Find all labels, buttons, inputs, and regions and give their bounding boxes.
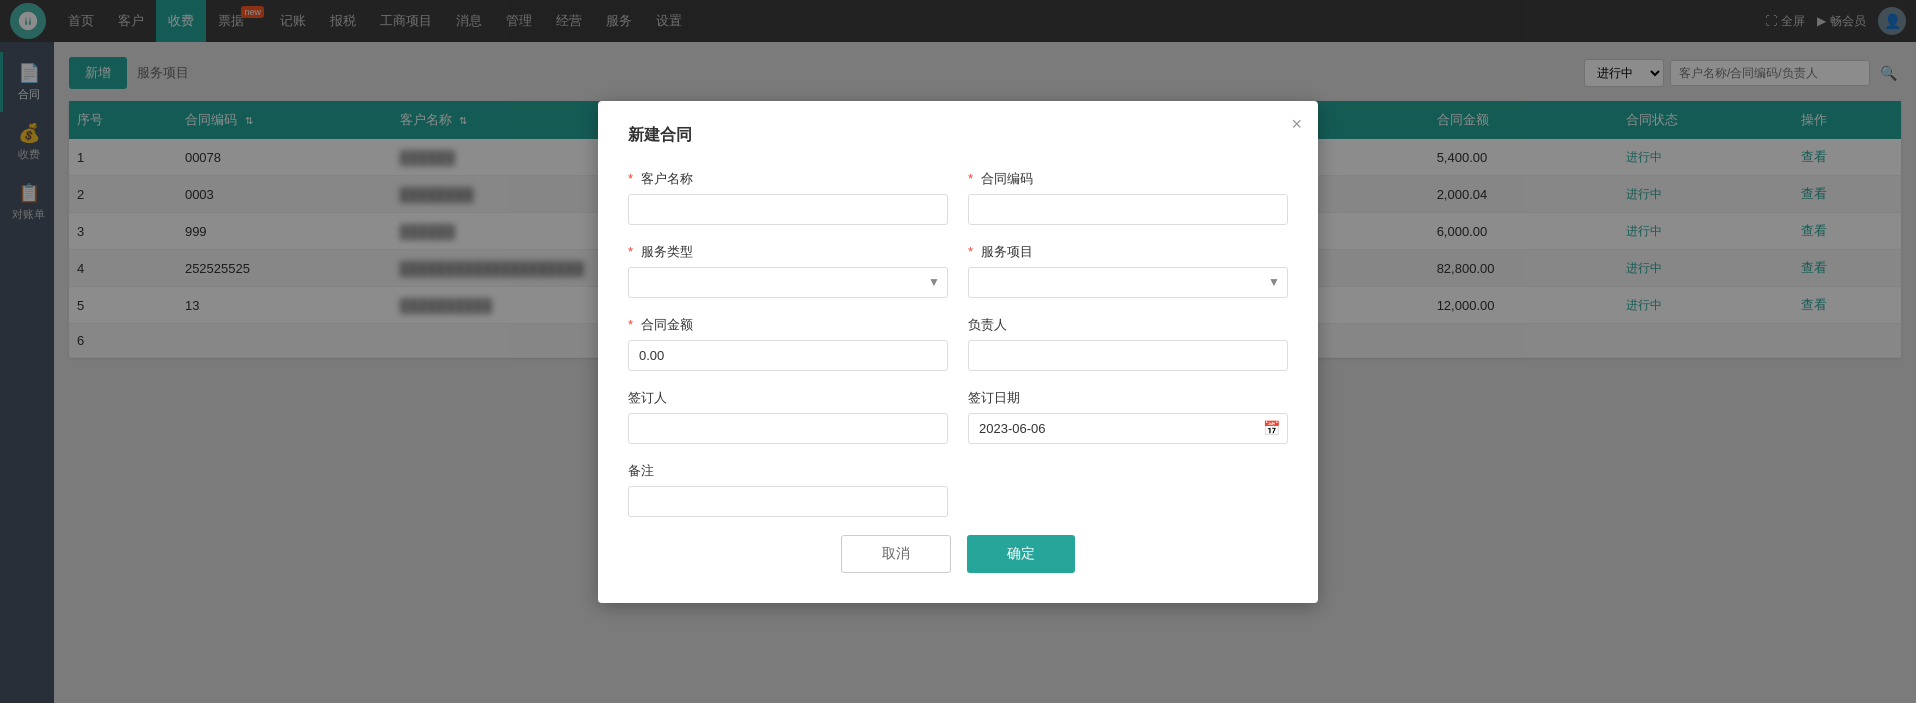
service-item-label: * 服务项目 bbox=[968, 243, 1288, 261]
service-type-label: * 服务类型 bbox=[628, 243, 948, 261]
cancel-button[interactable]: 取消 bbox=[841, 535, 951, 573]
required-mark-1: * bbox=[628, 171, 633, 186]
form-group-service-item: * 服务项目 ▼ bbox=[968, 243, 1288, 298]
signer-label: 签订人 bbox=[628, 389, 948, 407]
service-item-select[interactable] bbox=[968, 267, 1288, 298]
customer-name-input[interactable] bbox=[628, 194, 948, 225]
form-group-sign-date: 签订日期 📅 bbox=[968, 389, 1288, 444]
calendar-icon[interactable]: 📅 bbox=[1263, 420, 1280, 436]
form-group-contract-no: * 合同编码 bbox=[968, 170, 1288, 225]
contract-amount-input[interactable] bbox=[628, 340, 948, 371]
form-row-4: 签订人 签订日期 📅 bbox=[628, 389, 1288, 444]
new-contract-modal: 新建合同 × * 客户名称 * 合同编码 bbox=[598, 101, 1318, 603]
form-group-note: 备注 bbox=[628, 462, 948, 517]
required-mark-5: * bbox=[628, 317, 633, 332]
contract-amount-label: * 合同金额 bbox=[628, 316, 948, 334]
modal-title: 新建合同 bbox=[628, 125, 1288, 146]
service-item-wrap: ▼ bbox=[968, 267, 1288, 298]
form-group-service-type: * 服务类型 ▼ bbox=[628, 243, 948, 298]
confirm-button[interactable]: 确定 bbox=[967, 535, 1075, 573]
service-type-wrap: ▼ bbox=[628, 267, 948, 298]
form-row-5: 备注 bbox=[628, 462, 1288, 517]
responsible-input[interactable] bbox=[968, 340, 1288, 371]
note-input[interactable] bbox=[628, 486, 948, 517]
service-type-select[interactable] bbox=[628, 267, 948, 298]
sign-date-input[interactable] bbox=[968, 413, 1288, 444]
sign-date-wrap: 📅 bbox=[968, 413, 1288, 444]
required-mark-3: * bbox=[628, 244, 633, 259]
responsible-label: 负责人 bbox=[968, 316, 1288, 334]
form-row-2: * 服务类型 ▼ * 服务项目 bbox=[628, 243, 1288, 298]
form-group-amount: * 合同金额 bbox=[628, 316, 948, 371]
contract-no-label: * 合同编码 bbox=[968, 170, 1288, 188]
form-group-customer: * 客户名称 bbox=[628, 170, 948, 225]
form-actions: 取消 确定 bbox=[628, 535, 1288, 573]
note-label: 备注 bbox=[628, 462, 948, 480]
form-row-1: * 客户名称 * 合同编码 bbox=[628, 170, 1288, 225]
form-row-3: * 合同金额 负责人 bbox=[628, 316, 1288, 371]
sign-date-label: 签订日期 bbox=[968, 389, 1288, 407]
contract-no-input[interactable] bbox=[968, 194, 1288, 225]
modal-overlay[interactable]: 新建合同 × * 客户名称 * 合同编码 bbox=[0, 0, 1916, 703]
modal-close-button[interactable]: × bbox=[1291, 115, 1302, 133]
signer-input[interactable] bbox=[628, 413, 948, 444]
form-group-signer: 签订人 bbox=[628, 389, 948, 444]
customer-name-label: * 客户名称 bbox=[628, 170, 948, 188]
form-group-responsible: 负责人 bbox=[968, 316, 1288, 371]
required-mark-4: * bbox=[968, 244, 973, 259]
required-mark-2: * bbox=[968, 171, 973, 186]
